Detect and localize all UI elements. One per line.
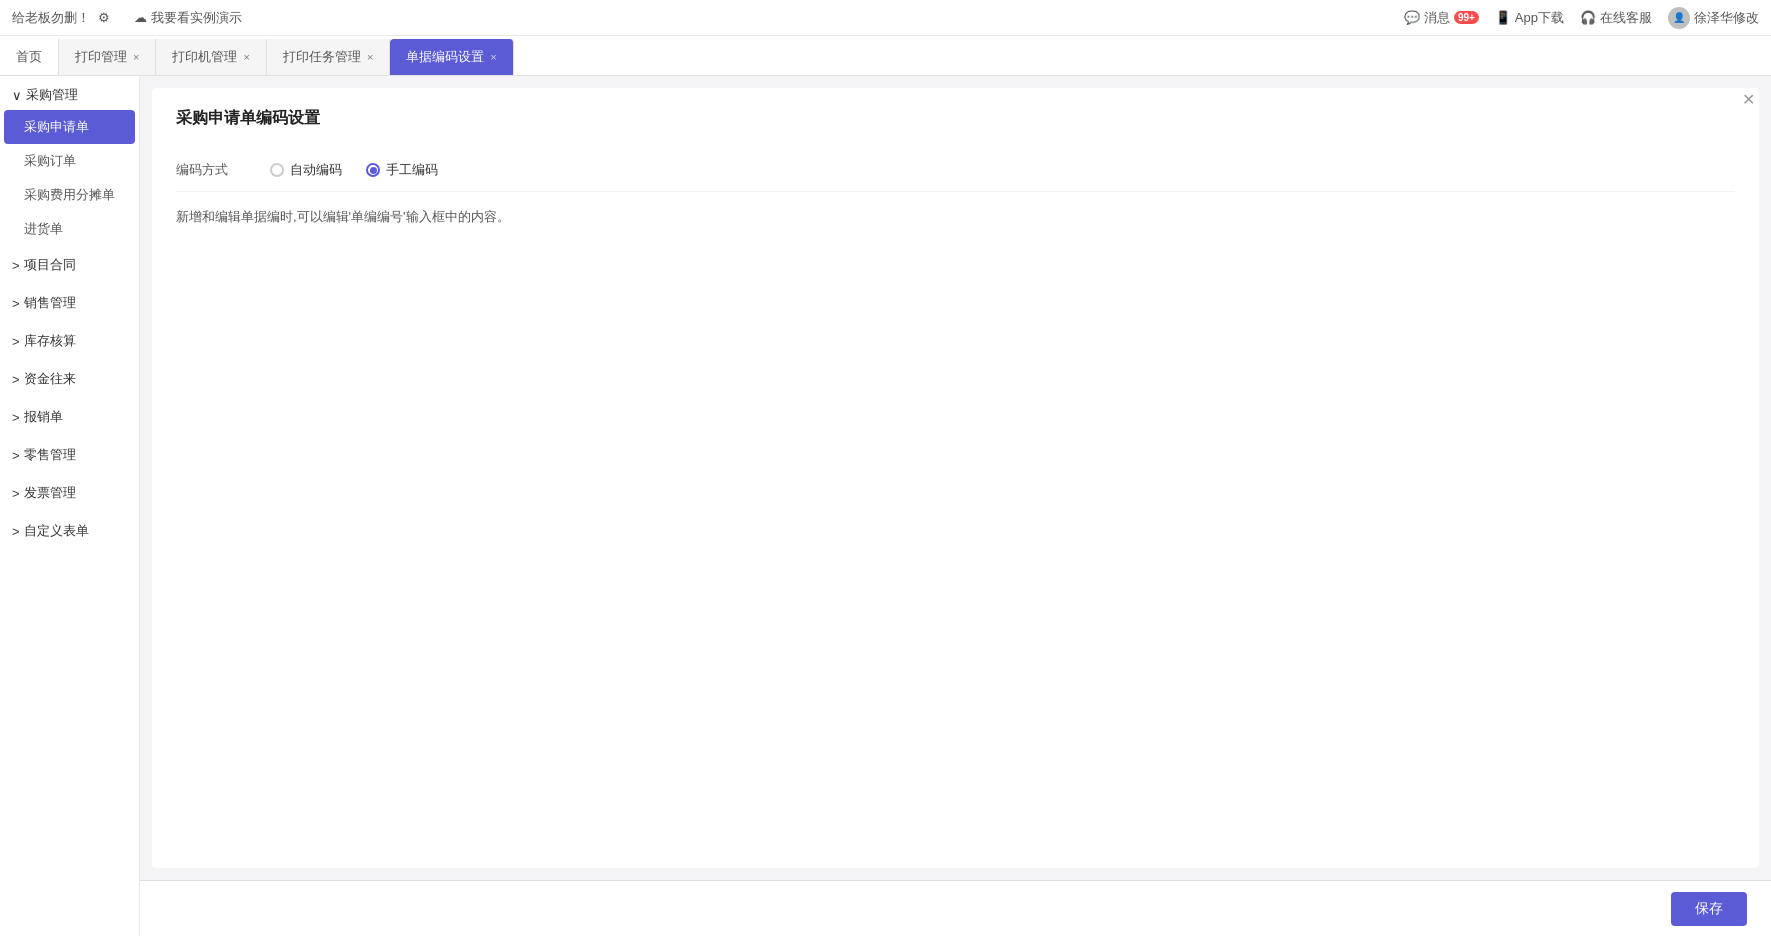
demo-link[interactable]: ☁ 我要看实例演示 xyxy=(134,9,242,27)
radio-manual-label: 手工编码 xyxy=(386,161,438,179)
sidebar-group-label-retail: 零售管理 xyxy=(24,446,76,464)
username-label: 徐泽华修改 xyxy=(1694,9,1759,27)
sidebar-group-arrow-custom: > xyxy=(12,524,20,539)
radio-manual-circle xyxy=(366,163,380,177)
sidebar-item-purchase-order[interactable]: 采购订单 xyxy=(0,144,139,178)
page-title: 采购申请单编码设置 xyxy=(176,108,1735,129)
sidebar-item-purchase-request[interactable]: 采购申请单 xyxy=(4,110,135,144)
sidebar-group-label-expense: 报销单 xyxy=(24,408,63,426)
tab-print-mgmt-label: 打印管理 xyxy=(75,48,127,66)
tab-print-task-close[interactable]: × xyxy=(367,51,373,63)
radio-manual-coding[interactable]: 手工编码 xyxy=(366,161,438,179)
tab-print-mgmt-close[interactable]: × xyxy=(133,51,139,63)
sidebar-group-retail[interactable]: > 零售管理 xyxy=(0,436,139,474)
cloud-icon: ☁ xyxy=(134,10,147,25)
save-button[interactable]: 保存 xyxy=(1671,892,1747,926)
window-close-button[interactable]: ✕ xyxy=(1742,90,1755,109)
sidebar-group-invoice[interactable]: > 发票管理 xyxy=(0,474,139,512)
sidebar-group-arrow-expense: > xyxy=(12,410,20,425)
sidebar-group-arrow-purchase: ∨ xyxy=(12,88,22,103)
sidebar-group-label-purchase: 采购管理 xyxy=(26,86,78,104)
sidebar-item-label-purchase-request: 采购申请单 xyxy=(24,119,89,134)
sidebar-group-label-finance: 资金往来 xyxy=(24,370,76,388)
sidebar-group-arrow-finance: > xyxy=(12,372,20,387)
tab-print-task[interactable]: 打印任务管理 × xyxy=(267,39,390,75)
footer-bar: 保存 xyxy=(140,880,1771,936)
tab-print-task-label: 打印任务管理 xyxy=(283,48,361,66)
hint-text: 新增和编辑单据编时,可以编辑'单编编号'输入框中的内容。 xyxy=(176,208,1735,226)
sidebar-group-arrow-inventory: > xyxy=(12,334,20,349)
sidebar-group-label-invoice: 发票管理 xyxy=(24,484,76,502)
app-download-item[interactable]: 📱 App下载 xyxy=(1495,9,1564,27)
top-bar-left: 给老板勿删！ ⚙ ☁ 我要看实例演示 xyxy=(12,9,242,27)
tab-home[interactable]: 首页 xyxy=(0,39,59,75)
tab-printer-mgmt[interactable]: 打印机管理 × xyxy=(156,39,266,75)
sidebar-item-label-purchase-expense: 采购费用分摊单 xyxy=(24,187,115,202)
tab-bar: 首页 打印管理 × 打印机管理 × 打印任务管理 × 单据编码设置 × ✕ xyxy=(0,36,1771,76)
sidebar-item-purchase-expense[interactable]: 采购费用分摊单 xyxy=(0,178,139,212)
settings-icon[interactable]: ⚙ xyxy=(98,10,110,25)
top-bar-right: 💬 消息 99+ 📱 App下载 🎧 在线客服 👤 徐泽华修改 xyxy=(1404,7,1759,29)
message-icon: 💬 xyxy=(1404,10,1420,25)
radio-auto-circle xyxy=(270,163,284,177)
coding-method-label: 编码方式 xyxy=(176,161,246,179)
sidebar-group-label-custom: 自定义表单 xyxy=(24,522,89,540)
tab-printer-mgmt-label: 打印机管理 xyxy=(172,48,237,66)
sidebar-group-label-project: 项目合同 xyxy=(24,256,76,274)
sidebar-group-arrow-invoice: > xyxy=(12,486,20,501)
sidebar-group-label-sales: 销售管理 xyxy=(24,294,76,312)
sidebar-group-project[interactable]: > 项目合同 xyxy=(0,246,139,284)
tab-code-setting-label: 单据编码设置 xyxy=(406,48,484,66)
tab-code-setting-close[interactable]: × xyxy=(490,51,496,63)
sidebar-group-finance[interactable]: > 资金往来 xyxy=(0,360,139,398)
user-profile-item[interactable]: 👤 徐泽华修改 xyxy=(1668,7,1759,29)
top-bar: 给老板勿删！ ⚙ ☁ 我要看实例演示 💬 消息 99+ 📱 App下载 🎧 在线… xyxy=(0,0,1771,36)
radio-auto-label: 自动编码 xyxy=(290,161,342,179)
notification-label: 消息 xyxy=(1424,9,1450,27)
sidebar-group-custom[interactable]: > 自定义表单 xyxy=(0,512,139,550)
radio-auto-coding[interactable]: 自动编码 xyxy=(270,161,342,179)
tab-printer-mgmt-close[interactable]: × xyxy=(243,51,249,63)
app-icon: 📱 xyxy=(1495,10,1511,25)
main-layout: ∨ 采购管理 采购申请单 采购订单 采购费用分摊单 进货单 > 项目合同 > 销… xyxy=(0,76,1771,936)
sidebar-group-sales[interactable]: > 销售管理 xyxy=(0,284,139,322)
sidebar-group-inventory[interactable]: > 库存核算 xyxy=(0,322,139,360)
notification-badge: 99+ xyxy=(1454,11,1479,24)
sidebar-group-arrow-retail: > xyxy=(12,448,20,463)
demo-text: 我要看实例演示 xyxy=(151,9,242,27)
sidebar-group-purchase[interactable]: ∨ 采购管理 xyxy=(0,76,139,110)
sidebar-group-label-inventory: 库存核算 xyxy=(24,332,76,350)
avatar: 👤 xyxy=(1668,7,1690,29)
content-inner: 采购申请单编码设置 编码方式 自动编码 手工编码 新增和编辑单据编时,可以编辑'… xyxy=(152,88,1759,868)
brand-label: 给老板勿删！ xyxy=(12,9,90,27)
tab-print-mgmt[interactable]: 打印管理 × xyxy=(59,39,156,75)
headphone-icon: 🎧 xyxy=(1580,10,1596,25)
sidebar-group-arrow-project: > xyxy=(12,258,20,273)
notification-item[interactable]: 💬 消息 99+ xyxy=(1404,9,1479,27)
sidebar: ∨ 采购管理 采购申请单 采购订单 采购费用分摊单 进货单 > 项目合同 > 销… xyxy=(0,76,140,936)
online-service-item[interactable]: 🎧 在线客服 xyxy=(1580,9,1652,27)
app-download-label: App下载 xyxy=(1515,9,1564,27)
tab-home-label: 首页 xyxy=(16,48,42,66)
sidebar-item-stock-in[interactable]: 进货单 xyxy=(0,212,139,246)
tab-code-setting[interactable]: 单据编码设置 × xyxy=(390,39,513,75)
content-area: 采购申请单编码设置 编码方式 自动编码 手工编码 新增和编辑单据编时,可以编辑'… xyxy=(140,76,1771,936)
service-label: 在线客服 xyxy=(1600,9,1652,27)
sidebar-group-expense[interactable]: > 报销单 xyxy=(0,398,139,436)
sidebar-item-label-purchase-order: 采购订单 xyxy=(24,153,76,168)
sidebar-item-label-stock-in: 进货单 xyxy=(24,221,63,236)
coding-method-row: 编码方式 自动编码 手工编码 xyxy=(176,149,1735,192)
sidebar-group-arrow-sales: > xyxy=(12,296,20,311)
